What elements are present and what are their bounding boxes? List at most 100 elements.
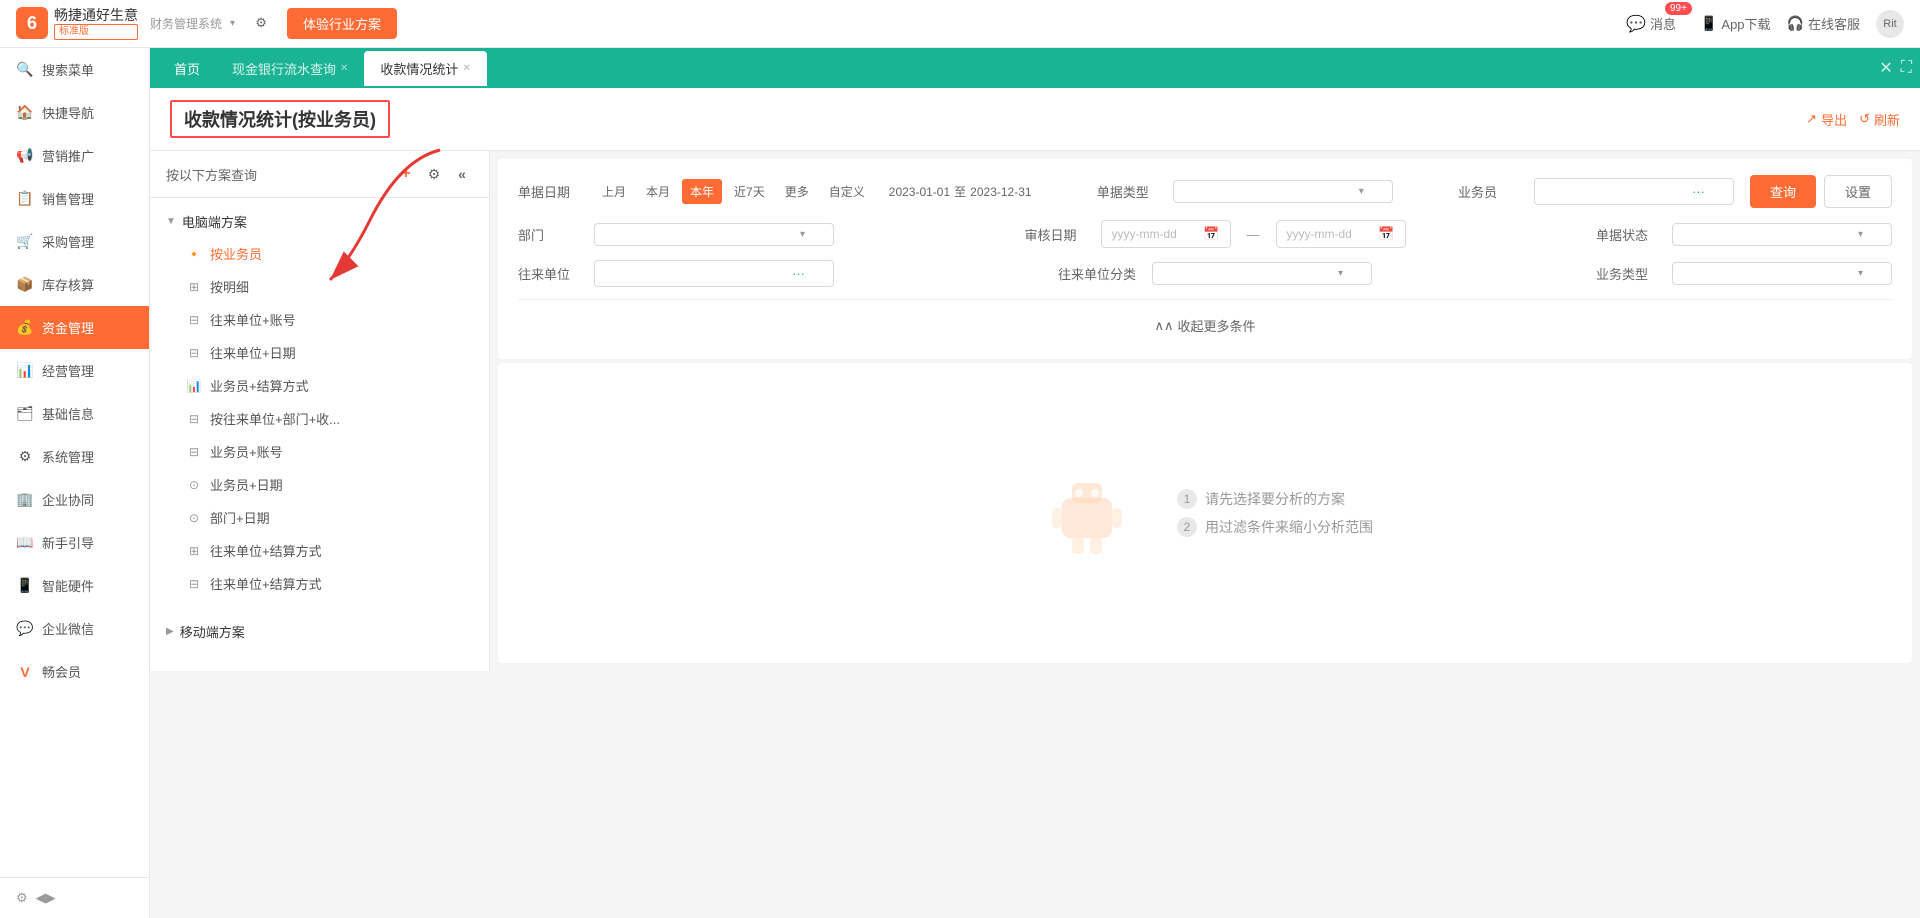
refresh-btn[interactable]: ↺ 刷新 xyxy=(1859,110,1900,129)
date-range-display: 2023-01-01 至 2023-12-31 xyxy=(889,183,1032,200)
filter-row-1: 单据日期 上月 本月 本年 近7天 更多 自定义 2023-01-01 xyxy=(518,175,1892,208)
tab-bank[interactable]: 现金银行流水查询 ✕ xyxy=(216,51,364,86)
sidebar-item-quicknav[interactable]: 🏠 快捷导航 xyxy=(0,91,149,134)
sidebar-label-smarthw: 智能硬件 xyxy=(42,576,94,595)
tab-controls: ✕ ⛶ xyxy=(1879,58,1912,78)
breadcrumb-dropdown[interactable]: ▾ xyxy=(230,18,235,29)
sidebar-label-marketing: 营销推广 xyxy=(42,146,94,165)
sidebar-item-smarthw[interactable]: 📱 智能硬件 xyxy=(0,564,149,607)
tab-maximize-btn[interactable]: ⛶ xyxy=(1901,59,1912,77)
export-btn[interactable]: ↗ 导出 xyxy=(1806,110,1847,129)
audit-date-sep: — xyxy=(1247,227,1260,242)
salesperson-more-icon: ··· xyxy=(1692,184,1705,199)
tab-collection[interactable]: 收款情况统计 ✕ xyxy=(364,51,486,86)
calendar-icon-from: 📅 xyxy=(1203,226,1219,242)
scheme-item-detail[interactable]: ⊞ 按明细 xyxy=(150,270,489,303)
tip-text-1: 请先选择要分析的方案 xyxy=(1205,489,1345,509)
trial-button[interactable]: 体验行业方案 xyxy=(287,8,397,39)
collapse-sidebar-btn[interactable]: ◀▶ xyxy=(36,890,56,906)
user-avatar[interactable]: Rit xyxy=(1876,10,1904,38)
tab-home[interactable]: 首页 xyxy=(158,51,216,86)
scheme-item-dept-date[interactable]: ⊙ 部门+日期 xyxy=(150,501,489,534)
sidebar-item-member[interactable]: V 畅会员 xyxy=(0,650,149,693)
collapse-conditions-btn[interactable]: ∧∧ 收起更多条件 xyxy=(518,308,1892,343)
date-label: 单据日期 xyxy=(518,182,578,201)
business-type-select[interactable]: ▾ xyxy=(1672,262,1892,285)
sidebar-menu: 🔍 搜索菜单 🏠 快捷导航 📢 营销推广 📋 销售管理 🛒 采购管理 📦 xyxy=(0,48,149,877)
empty-state-content: 1 请先选择要分析的方案 2 用过滤条件来缩小分析范围 xyxy=(1037,463,1373,563)
sidebar-label-finance: 资金管理 xyxy=(42,318,94,337)
app-download-btn[interactable]: 📱 App下载 xyxy=(1700,14,1771,33)
sidebar-item-wechat[interactable]: 💬 企业微信 xyxy=(0,607,149,650)
counterparty-type-select[interactable]: ▾ xyxy=(1152,262,1372,285)
query-button[interactable]: 查询 xyxy=(1750,175,1816,208)
unit-payment1-icon: ⊞ xyxy=(186,543,202,559)
scheme-group-mobile-header[interactable]: ▶ 移动端方案 xyxy=(150,616,489,647)
sidebar-item-search[interactable]: 🔍 搜索菜单 xyxy=(0,48,149,91)
settings-btn[interactable]: ⚙ xyxy=(247,9,275,37)
scheme-label-unit-payment1: 往来单位+结算方式 xyxy=(210,541,322,560)
scheme-label-unit-payment2: 往来单位+结算方式 xyxy=(210,574,322,593)
sidebar-item-system[interactable]: ⚙ 系统管理 xyxy=(0,435,149,478)
panel-add-btn[interactable]: + xyxy=(395,163,417,185)
audit-date-to[interactable]: yyyy-mm-dd 📅 xyxy=(1276,220,1406,248)
record-status-select[interactable]: ▾ xyxy=(1672,223,1892,246)
scheme-item-salesperson-date[interactable]: ⊙ 业务员+日期 xyxy=(150,468,489,501)
mobile-expand-icon: ▶ xyxy=(166,626,174,637)
sidebar-footer: ⚙ ◀▶ xyxy=(0,877,149,918)
sidebar-item-guide[interactable]: 📖 新手引导 xyxy=(0,521,149,564)
sidebar-item-basic[interactable]: 🗂 基础信息 xyxy=(0,392,149,435)
audit-date-from[interactable]: yyyy-mm-dd 📅 xyxy=(1101,220,1231,248)
date-range-sep: 至 xyxy=(954,183,966,200)
date-btn-7days[interactable]: 近7天 xyxy=(726,179,773,204)
tip-num-1: 1 xyxy=(1177,489,1197,509)
message-btn[interactable]: 💬 消息 99+ xyxy=(1618,10,1684,38)
settings-icon[interactable]: ⚙ xyxy=(16,890,28,906)
online-service-label: 在线客服 xyxy=(1808,14,1860,33)
scheme-item-unit-payment2[interactable]: ⊟ 往来单位+结算方式 xyxy=(150,567,489,600)
business-type-label: 业务类型 xyxy=(1596,264,1656,283)
sidebar-item-inventory[interactable]: 📦 库存核算 xyxy=(0,263,149,306)
tab-bank-close[interactable]: ✕ xyxy=(340,63,348,74)
logo-name: 畅捷通好生意 xyxy=(54,7,138,24)
right-content: 单据日期 上月 本月 本年 近7天 更多 自定义 2023-01-01 xyxy=(490,151,1920,671)
dept-label: 部门 xyxy=(518,225,578,244)
date-btn-last-month[interactable]: 上月 xyxy=(594,179,634,204)
dept-select[interactable]: ▾ xyxy=(594,223,834,246)
edition-badge: 标准版 xyxy=(54,24,138,40)
panel-gear-btn[interactable]: ⚙ xyxy=(423,163,445,185)
sidebar-item-purchase[interactable]: 🛒 采购管理 xyxy=(0,220,149,263)
date-btn-this-year[interactable]: 本年 xyxy=(682,179,722,204)
sidebar-item-marketing[interactable]: 📢 营销推广 xyxy=(0,134,149,177)
scheme-item-unit-date[interactable]: ⊟ 往来单位+日期 xyxy=(150,336,489,369)
sidebar-label-inventory: 库存核算 xyxy=(42,275,94,294)
online-service-btn[interactable]: 🎧 在线客服 xyxy=(1787,14,1860,33)
logo-area: 6 畅捷通好生意 标准版 xyxy=(16,7,138,40)
scheme-item-unit-dept[interactable]: ⊟ 按往来单位+部门+收... xyxy=(150,402,489,435)
tip-text-2: 用过滤条件来缩小分析范围 xyxy=(1205,517,1373,537)
panel-collapse-btn[interactable]: « xyxy=(451,163,473,185)
scheme-group-desktop-header[interactable]: ▼ 电脑端方案 xyxy=(150,206,489,237)
date-btn-this-month[interactable]: 本月 xyxy=(638,179,678,204)
scheme-item-salesperson[interactable]: 🔸 按业务员 xyxy=(150,237,489,270)
scheme-item-unit-account[interactable]: ⊟ 往来单位+账号 xyxy=(150,303,489,336)
date-btn-more[interactable]: 更多 xyxy=(777,179,817,204)
settings-button[interactable]: 设置 xyxy=(1824,175,1892,208)
date-btn-custom[interactable]: 自定义 xyxy=(821,179,873,204)
scheme-item-salesperson-payment[interactable]: 📊 业务员+结算方式 xyxy=(150,369,489,402)
sidebar-item-finance[interactable]: 💰 资金管理 xyxy=(0,306,149,349)
tip-num-2: 2 xyxy=(1177,517,1197,537)
sidebar-item-sales[interactable]: 📋 销售管理 xyxy=(0,177,149,220)
counterparty-select[interactable]: ··· xyxy=(594,260,834,287)
sidebar-item-operations[interactable]: 📊 经营管理 xyxy=(0,349,149,392)
scheme-item-unit-payment1[interactable]: ⊞ 往来单位+结算方式 xyxy=(150,534,489,567)
empty-state-illustration xyxy=(1037,463,1137,563)
tab-close-all-btn[interactable]: ✕ xyxy=(1879,58,1892,78)
content-area: 首页 现金银行流水查询 ✕ 收款情况统计 ✕ ✕ ⛶ 收款情况统计(按业务员) xyxy=(150,48,1920,918)
sidebar-item-enterprise[interactable]: 🏢 企业协同 xyxy=(0,478,149,521)
salesperson-select[interactable]: ··· xyxy=(1534,178,1734,205)
scheme-label-salesperson-acct: 业务员+账号 xyxy=(210,442,283,461)
scheme-item-salesperson-acct[interactable]: ⊟ 业务员+账号 xyxy=(150,435,489,468)
tab-collection-close[interactable]: ✕ xyxy=(462,63,470,74)
record-type-select[interactable]: ▾ xyxy=(1173,180,1393,203)
